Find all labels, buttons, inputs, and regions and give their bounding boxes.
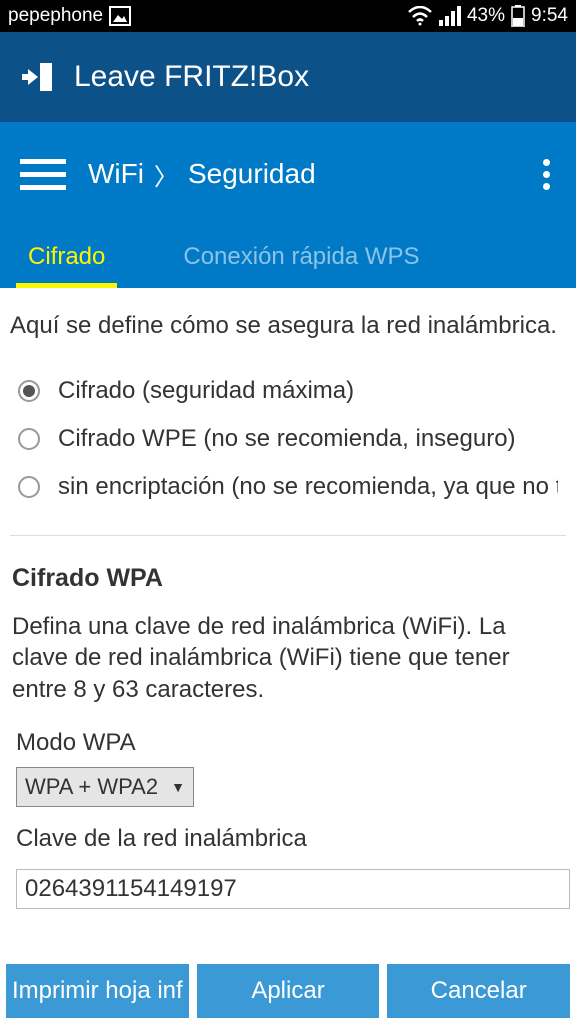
breadcrumb: WiFi 〉 Seguridad [88, 157, 316, 192]
intro-text: Aquí se define cómo se asegura la red in… [10, 310, 566, 341]
chevron-right-icon: 〉 [154, 157, 178, 192]
section-divider [10, 535, 566, 536]
battery-icon [511, 5, 525, 27]
radio-icon [18, 428, 40, 450]
radio-max-security[interactable]: Cifrado (seguridad máxima) [10, 367, 566, 415]
radio-label: Cifrado WPE (no se recomienda, inseguro) [58, 425, 516, 453]
menu-button[interactable] [20, 159, 66, 190]
radio-icon [18, 476, 40, 498]
picture-icon [109, 6, 131, 26]
radio-label: sin encriptación (no se recomienda, ya q… [58, 473, 558, 501]
clock: 9:54 [531, 5, 568, 27]
tab-cifrado[interactable]: Cifrado [0, 226, 133, 288]
content-area: Aquí se define cómo se asegura la red in… [0, 288, 576, 909]
wifi-key-label: Clave de la red inalámbrica [16, 825, 566, 853]
caret-down-icon: ▼ [171, 779, 185, 795]
breadcrumb-security[interactable]: Seguridad [188, 158, 316, 190]
wpa-heading: Cifrado WPA [10, 564, 566, 593]
cancel-button[interactable]: Cancelar [387, 964, 570, 1018]
apply-button[interactable]: Aplicar [197, 964, 380, 1018]
battery-percent: 43% [467, 5, 505, 27]
wifi-icon [407, 6, 433, 26]
leave-icon[interactable] [20, 59, 56, 95]
print-button[interactable]: Imprimir hoja inf [6, 964, 189, 1018]
radio-label: Cifrado (seguridad máxima) [58, 377, 354, 405]
tab-wps[interactable]: Conexión rápida WPS [133, 226, 469, 288]
status-bar: pepephone 43% 9:54 [0, 0, 576, 32]
app-title-bar: Leave FRITZ!Box [0, 32, 576, 122]
breadcrumb-wifi[interactable]: WiFi [88, 158, 144, 190]
action-bar: Imprimir hoja inf Aplicar Cancelar [0, 964, 576, 1024]
signal-icon [439, 6, 461, 26]
radio-wpe[interactable]: Cifrado WPE (no se recomienda, inseguro) [10, 415, 566, 463]
wpa-mode-value: WPA + WPA2 [25, 774, 158, 800]
overflow-menu-button[interactable] [537, 153, 556, 196]
radio-icon [18, 380, 40, 402]
wpa-mode-select[interactable]: WPA + WPA2 ▼ [16, 767, 194, 807]
tab-strip: Cifrado Conexión rápida WPS [0, 226, 576, 288]
wpa-mode-label: Modo WPA [16, 729, 566, 757]
carrier-label: pepephone [8, 5, 103, 27]
radio-none[interactable]: sin encriptación (no se recomienda, ya q… [10, 463, 566, 511]
wpa-description: Defina una clave de red inalámbrica (WiF… [10, 611, 566, 705]
nav-bar: WiFi 〉 Seguridad [0, 122, 576, 226]
app-title: Leave FRITZ!Box [74, 60, 309, 94]
wifi-key-input[interactable] [16, 869, 570, 909]
